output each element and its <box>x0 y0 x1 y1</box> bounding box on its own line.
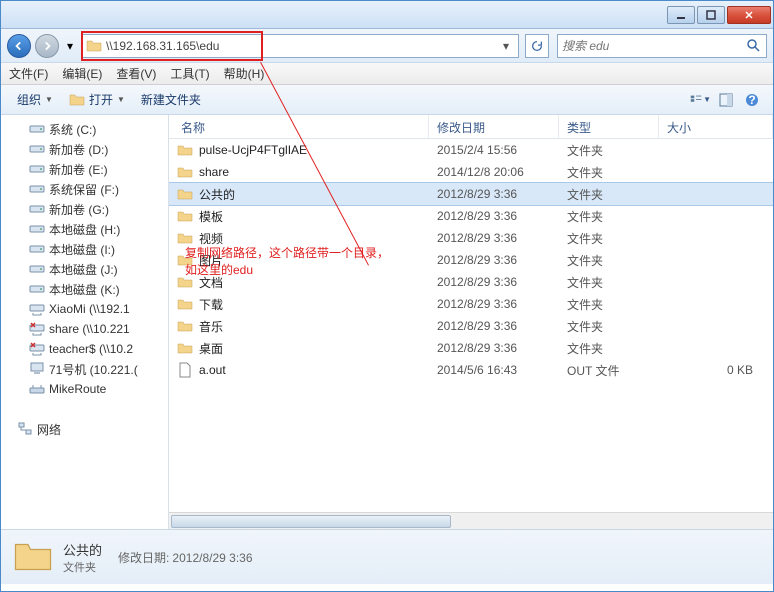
file-row[interactable]: 图片2012/8/29 3:36文件夹 <box>169 249 773 271</box>
minimize-button[interactable] <box>667 6 695 24</box>
maximize-button[interactable] <box>697 6 725 24</box>
tree-item[interactable]: MikeRoute <box>1 379 168 399</box>
content-area: 系统 (C:)新加卷 (D:)新加卷 (E:)系统保留 (F:)新加卷 (G:)… <box>1 115 773 529</box>
organize-button[interactable]: 组织▼ <box>9 91 61 108</box>
tree-item[interactable]: 新加卷 (E:) <box>1 159 168 179</box>
file-row[interactable]: 视频2012/8/29 3:36文件夹 <box>169 227 773 249</box>
folder-icon <box>13 537 53 577</box>
horizontal-scrollbar[interactable] <box>169 512 773 529</box>
search-box[interactable] <box>557 34 767 58</box>
tree-item[interactable]: 本地磁盘 (K:) <box>1 279 168 299</box>
nav-history-dropdown[interactable]: ▾ <box>63 34 77 58</box>
tree-network[interactable]: 网络 <box>1 419 168 439</box>
file-row[interactable]: 文档2012/8/29 3:36文件夹 <box>169 271 773 293</box>
file-row[interactable]: 桌面2012/8/29 3:36文件夹 <box>169 337 773 359</box>
back-button[interactable] <box>7 34 31 58</box>
file-list[interactable]: pulse-UcjP4FTglIAE2015/2/4 15:56文件夹share… <box>169 139 773 512</box>
col-type[interactable]: 类型 <box>559 115 659 138</box>
menu-help[interactable]: 帮助(H) <box>224 65 265 82</box>
view-options-button[interactable]: ▼ <box>689 89 711 111</box>
menu-view[interactable]: 查看(V) <box>116 65 156 82</box>
col-name[interactable]: 名称 <box>169 115 429 138</box>
file-row[interactable]: a.out2014/5/6 16:43OUT 文件0 KB <box>169 359 773 381</box>
file-row[interactable]: share2014/12/8 20:06文件夹 <box>169 161 773 183</box>
address-dropdown[interactable]: ▾ <box>498 39 514 53</box>
tree-item[interactable]: 新加卷 (G:) <box>1 199 168 219</box>
search-icon <box>746 38 762 54</box>
explorer-window: ▾ ▾ 文件(F) 编辑(E) 查看(V) 工具(T) 帮助(H) 组织▼ 打开… <box>0 0 774 592</box>
preview-pane-button[interactable] <box>715 89 737 111</box>
tree-item[interactable]: 本地磁盘 (I:) <box>1 239 168 259</box>
folder-icon <box>86 38 102 54</box>
forward-button[interactable] <box>35 34 59 58</box>
tree-item[interactable]: share (\\10.221 <box>1 319 168 339</box>
toolbar: 组织▼ 打开▼ 新建文件夹 ▼ ? <box>1 85 773 115</box>
close-button[interactable] <box>727 6 771 24</box>
refresh-button[interactable] <box>525 34 549 58</box>
open-icon <box>69 92 85 108</box>
help-button[interactable]: ? <box>741 89 763 111</box>
file-row[interactable]: 音乐2012/8/29 3:36文件夹 <box>169 315 773 337</box>
file-row[interactable]: 公共的2012/8/29 3:36文件夹 <box>169 183 773 205</box>
col-date[interactable]: 修改日期 <box>429 115 559 138</box>
details-name: 公共的 <box>63 540 102 559</box>
new-folder-button[interactable]: 新建文件夹 <box>133 91 209 108</box>
menu-bar: 文件(F) 编辑(E) 查看(V) 工具(T) 帮助(H) <box>1 63 773 85</box>
tree-item[interactable]: 71号机 (10.221.( <box>1 359 168 379</box>
file-panel: 名称 修改日期 类型 大小 pulse-UcjP4FTglIAE2015/2/4… <box>169 115 773 529</box>
file-row[interactable]: 模板2012/8/29 3:36文件夹 <box>169 205 773 227</box>
search-input[interactable] <box>562 39 746 53</box>
tree-item[interactable]: 新加卷 (D:) <box>1 139 168 159</box>
file-row[interactable]: pulse-UcjP4FTglIAE2015/2/4 15:56文件夹 <box>169 139 773 161</box>
svg-text:?: ? <box>748 93 755 107</box>
nav-tree[interactable]: 系统 (C:)新加卷 (D:)新加卷 (E:)系统保留 (F:)新加卷 (G:)… <box>1 115 169 529</box>
tree-item[interactable]: 本地磁盘 (J:) <box>1 259 168 279</box>
address-bar[interactable]: ▾ <box>81 34 519 58</box>
tree-item[interactable]: 系统 (C:) <box>1 119 168 139</box>
tree-item[interactable]: teacher$ (\\10.2 <box>1 339 168 359</box>
details-type: 文件夹 <box>63 559 102 575</box>
tree-item[interactable]: 系统保留 (F:) <box>1 179 168 199</box>
tree-item[interactable]: XiaoMi (\\192.1 <box>1 299 168 319</box>
details-meta: 修改日期: 2012/8/29 3:36 <box>118 549 252 566</box>
open-button[interactable]: 打开▼ <box>61 91 133 108</box>
details-pane: 公共的 文件夹 修改日期: 2012/8/29 3:36 <box>1 529 773 584</box>
titlebar <box>1 1 773 29</box>
menu-edit[interactable]: 编辑(E) <box>62 65 102 82</box>
file-row[interactable]: 下载2012/8/29 3:36文件夹 <box>169 293 773 315</box>
menu-file[interactable]: 文件(F) <box>9 65 48 82</box>
menu-tools[interactable]: 工具(T) <box>170 65 209 82</box>
nav-bar: ▾ ▾ <box>1 29 773 63</box>
col-size[interactable]: 大小 <box>659 115 773 138</box>
address-input[interactable] <box>106 39 498 53</box>
tree-item[interactable]: 本地磁盘 (H:) <box>1 219 168 239</box>
column-headers: 名称 修改日期 类型 大小 <box>169 115 773 139</box>
